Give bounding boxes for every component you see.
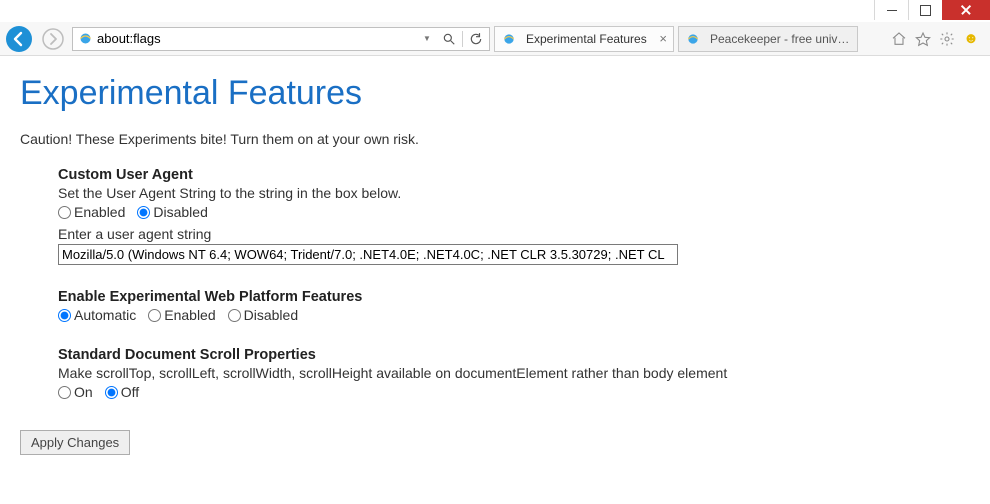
ua-disabled-radio[interactable] (137, 206, 150, 219)
window-minimize-button[interactable] (874, 0, 908, 20)
address-input[interactable] (97, 31, 416, 46)
section-title: Custom User Agent (58, 167, 938, 183)
section-web-platform-features: Enable Experimental Web Platform Feature… (58, 289, 938, 323)
scrollprops-radio-group: On Off (58, 384, 938, 400)
section-custom-user-agent: Custom User Agent Set the User Agent Str… (58, 167, 938, 265)
tab-peacekeeper[interactable]: Peacekeeper - free universa... (678, 26, 858, 52)
address-bar[interactable]: ▼ (72, 27, 490, 51)
feedback-icon[interactable]: ☻ (962, 30, 980, 48)
ua-disabled-option[interactable]: Disabled (137, 204, 207, 220)
section-title: Enable Experimental Web Platform Feature… (58, 289, 938, 305)
toolbar-right-icons: ☻ (890, 30, 986, 48)
ie-logo-icon (77, 31, 93, 47)
window-close-button[interactable] (942, 0, 990, 20)
nav-back-button[interactable] (4, 24, 34, 54)
ua-radio-group: Enabled Disabled (58, 204, 938, 220)
tab-title: Peacekeeper - free universa... (710, 32, 851, 46)
ie-logo-icon (501, 31, 517, 47)
caution-text: Caution! These Experiments bite! Turn th… (20, 131, 970, 147)
ua-enabled-radio[interactable] (58, 206, 71, 219)
radio-label: Disabled (244, 307, 298, 323)
radio-label: Disabled (153, 204, 207, 220)
section-description: Set the User Agent String to the string … (58, 185, 938, 201)
scrollprops-off-option[interactable]: Off (105, 384, 139, 400)
scrollprops-off-radio[interactable] (105, 386, 118, 399)
radio-label: Enabled (74, 204, 125, 220)
page-title: Experimental Features (20, 74, 970, 113)
window-maximize-button[interactable] (908, 0, 942, 20)
tab-title: Experimental Features (526, 32, 654, 46)
webfeat-disabled-radio[interactable] (228, 309, 241, 322)
tab-experimental-features[interactable]: Experimental Features × (494, 26, 674, 52)
webfeat-enabled-option[interactable]: Enabled (148, 307, 215, 323)
user-agent-input[interactable] (58, 244, 678, 265)
radio-label: Enabled (164, 307, 215, 323)
webfeat-automatic-radio[interactable] (58, 309, 71, 322)
ua-enabled-option[interactable]: Enabled (58, 204, 125, 220)
scrollprops-on-radio[interactable] (58, 386, 71, 399)
browser-toolbar: ▼ Experimental Features × Peacekeeper - … (0, 22, 990, 56)
address-separator (462, 31, 463, 47)
refresh-icon[interactable] (465, 28, 487, 50)
webfeat-radio-group: Automatic Enabled Disabled (58, 307, 938, 323)
favorites-icon[interactable] (914, 30, 932, 48)
page-content: Experimental Features Caution! These Exp… (0, 56, 990, 465)
nav-forward-button[interactable] (38, 24, 68, 54)
section-scroll-properties: Standard Document Scroll Properties Make… (58, 347, 938, 400)
home-icon[interactable] (890, 30, 908, 48)
tab-close-icon[interactable]: × (659, 31, 667, 46)
webfeat-automatic-option[interactable]: Automatic (58, 307, 136, 323)
address-dropdown-button[interactable]: ▼ (416, 28, 438, 50)
webfeat-disabled-option[interactable]: Disabled (228, 307, 298, 323)
section-description: Make scrollTop, scrollLeft, scrollWidth,… (58, 365, 938, 381)
tools-icon[interactable] (938, 30, 956, 48)
ua-input-label: Enter a user agent string (58, 226, 938, 242)
scrollprops-on-option[interactable]: On (58, 384, 93, 400)
ie-logo-icon (685, 31, 701, 47)
window-titlebar (0, 0, 990, 22)
apply-changes-button[interactable]: Apply Changes (20, 430, 130, 455)
radio-label: Automatic (74, 307, 136, 323)
radio-label: On (74, 384, 93, 400)
radio-label: Off (121, 384, 139, 400)
section-title: Standard Document Scroll Properties (58, 347, 938, 363)
search-icon[interactable] (438, 28, 460, 50)
webfeat-enabled-radio[interactable] (148, 309, 161, 322)
